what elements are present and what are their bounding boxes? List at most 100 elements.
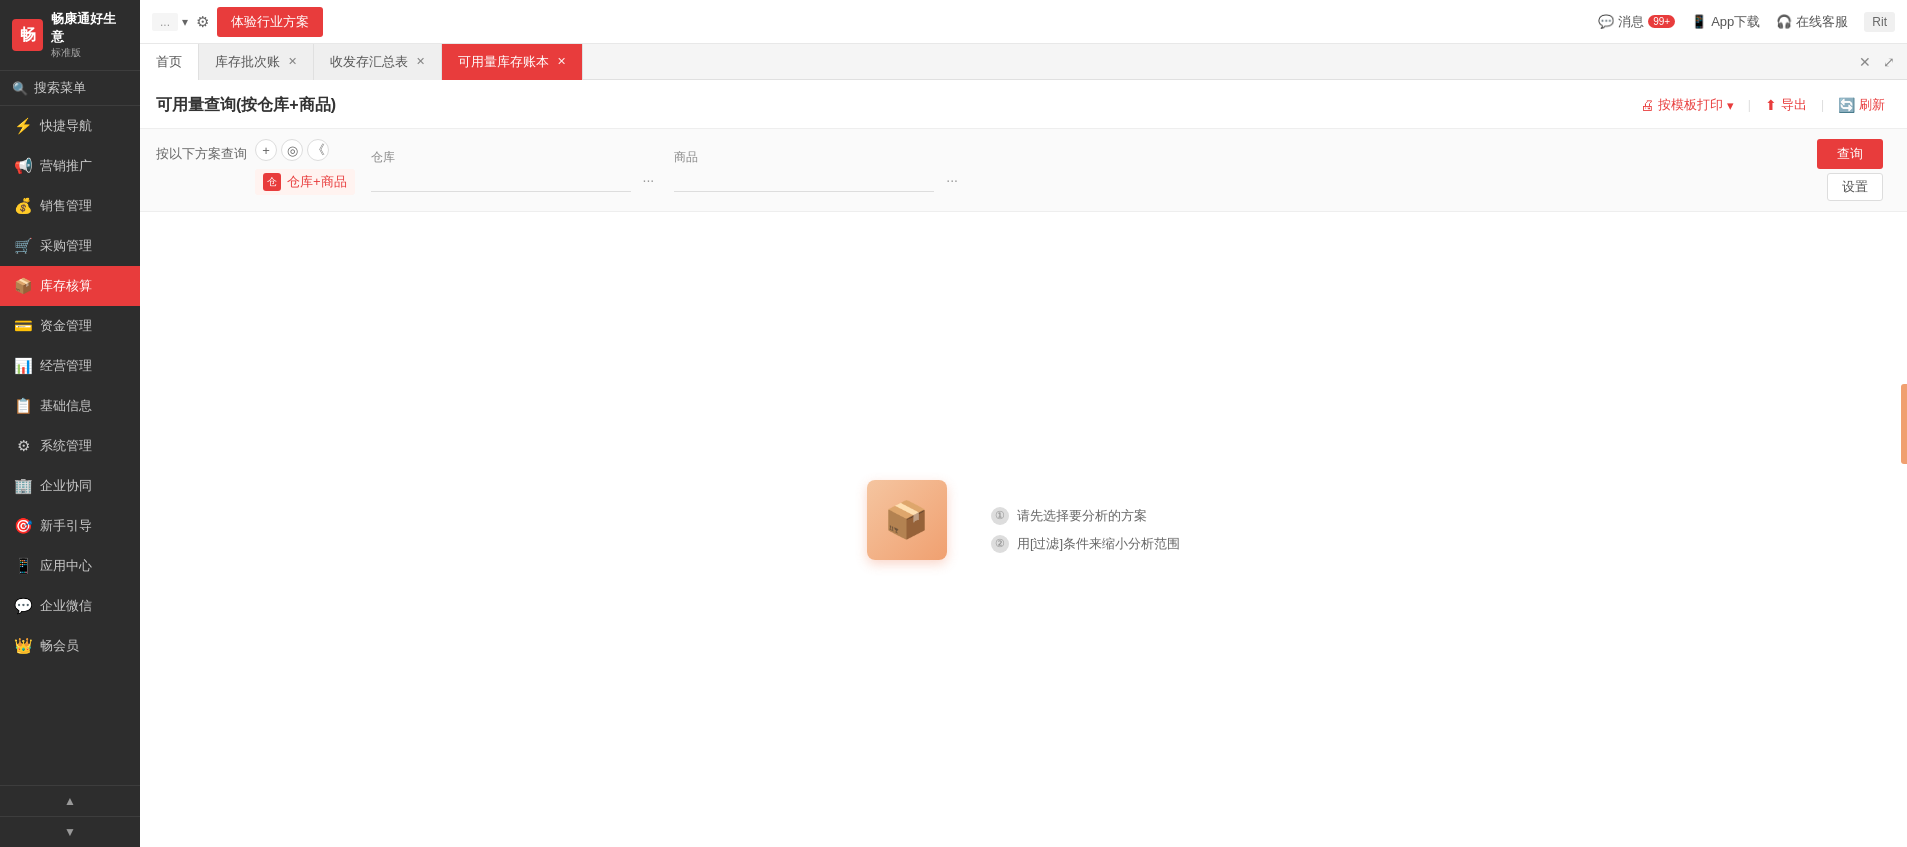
tip-item-2: ② 用[过滤]条件来缩小分析范围 xyxy=(991,535,1180,553)
refresh-btn[interactable]: 🔄 刷新 xyxy=(1832,92,1891,118)
scheme-settings-btn[interactable]: ◎ xyxy=(281,139,303,161)
filter-scheme-actions: + ◎ 《 xyxy=(255,139,355,161)
notification-item[interactable]: 💬 消息 99+ xyxy=(1598,13,1675,31)
sidebar-item-basic-info[interactable]: 📋 基础信息 xyxy=(0,386,140,426)
tip-text-2: 用[过滤]条件来缩小分析范围 xyxy=(1017,535,1180,553)
nav-label-enterprise-wechat: 企业微信 xyxy=(40,597,92,615)
tip-item-1: ① 请先选择要分析的方案 xyxy=(991,507,1180,525)
nav-icon-app-center: 📱 xyxy=(14,557,32,575)
search-icon: 🔍 xyxy=(12,81,28,96)
sidebar-logo: 畅 畅康通好生意 标准版 xyxy=(0,0,140,71)
sidebar-scroll-up[interactable]: ▲ xyxy=(0,790,140,812)
nav-label-onboarding: 新手引导 xyxy=(40,517,92,535)
refresh-icon: 🔄 xyxy=(1838,97,1855,113)
sidebar-item-sales[interactable]: 💰 销售管理 xyxy=(0,186,140,226)
header-gear-btn[interactable]: ⚙ xyxy=(192,9,213,35)
nav-label-membership: 畅会员 xyxy=(40,637,79,655)
sidebar-item-membership[interactable]: 👑 畅会员 xyxy=(0,626,140,666)
nav-icon-onboarding: 🎯 xyxy=(14,517,32,535)
main-area: ... ▾ ⚙ 体验行业方案 💬 消息 99+ 📱 App下载 🎧 在线客服 R… xyxy=(140,0,1907,847)
nav-icon-purchase: 🛒 xyxy=(14,237,32,255)
filter-inputs: 仓库 ··· 商品 ··· xyxy=(355,139,1809,201)
online-service-item[interactable]: 🎧 在线客服 xyxy=(1776,13,1848,31)
warehouse-input[interactable] xyxy=(371,168,631,192)
trial-btn[interactable]: 体验行业方案 xyxy=(217,7,323,37)
warehouse-input-row: ··· xyxy=(371,168,659,192)
app-download-item[interactable]: 📱 App下载 xyxy=(1691,13,1760,31)
nav-icon-membership: 👑 xyxy=(14,637,32,655)
page-title-bar: 可用量查询(按仓库+商品) 🖨 按模板打印 ▾ | ⬆ 导出 | 🔄 刷新 xyxy=(140,80,1907,129)
sidebar-nav: ⚡ 快捷导航 📢 营销推广 💰 销售管理 🛒 采购管理 📦 库存核算 💳 资金管… xyxy=(0,106,140,785)
sidebar-item-operations[interactable]: 📊 经营管理 xyxy=(0,346,140,386)
nav-icon-operations: 📊 xyxy=(14,357,32,375)
sidebar-search[interactable]: 🔍 搜索菜单 xyxy=(0,71,140,106)
filter-settings-btn[interactable]: 设置 xyxy=(1827,173,1883,201)
breadcrumb-text: ... xyxy=(152,13,178,31)
nav-icon-system: ⚙ xyxy=(14,437,32,455)
nav-label-finance: 资金管理 xyxy=(40,317,92,335)
header-right: 💬 消息 99+ 📱 App下载 🎧 在线客服 Rit xyxy=(1598,12,1895,32)
user-avatar[interactable]: Rit xyxy=(1864,12,1895,32)
scheme-collapse-btn[interactable]: 《 xyxy=(307,139,329,161)
sidebar-item-app-center[interactable]: 📱 应用中心 xyxy=(0,546,140,586)
notification-icon: 💬 xyxy=(1598,14,1614,29)
sidebar-item-marketing[interactable]: 📢 营销推广 xyxy=(0,146,140,186)
sidebar-item-onboarding[interactable]: 🎯 新手引导 xyxy=(0,506,140,546)
filter-section: 按以下方案查询 + ◎ 《 仓 仓库+商品 仓库 xyxy=(140,129,1907,212)
sidebar-item-system[interactable]: ⚙ 系统管理 xyxy=(0,426,140,466)
page-title-actions: 🖨 按模板打印 ▾ | ⬆ 导出 | 🔄 刷新 xyxy=(1634,92,1891,118)
query-btn[interactable]: 查询 xyxy=(1817,139,1883,169)
right-scrollbar-indicator xyxy=(1901,384,1907,464)
nav-label-operations: 经营管理 xyxy=(40,357,92,375)
tab-receive-summary[interactable]: 收发存汇总表 ✕ xyxy=(314,44,442,80)
sidebar: 畅 畅康通好生意 标准版 🔍 搜索菜单 ⚡ 快捷导航 📢 营销推广 💰 销售管理… xyxy=(0,0,140,847)
tab-close-receive-summary[interactable]: ✕ xyxy=(416,55,425,68)
nav-label-quick-nav: 快捷导航 xyxy=(40,117,92,135)
nav-label-marketing: 营销推广 xyxy=(40,157,92,175)
nav-icon-marketing: 📢 xyxy=(14,157,32,175)
print-btn[interactable]: 🖨 按模板打印 ▾ xyxy=(1634,92,1740,118)
scheme-item-icon: 仓 xyxy=(263,173,281,191)
app-logo-text: 畅康通好生意 标准版 xyxy=(51,10,128,60)
sidebar-item-enterprise-wechat[interactable]: 💬 企业微信 xyxy=(0,586,140,626)
top-header: ... ▾ ⚙ 体验行业方案 💬 消息 99+ 📱 App下载 🎧 在线客服 R… xyxy=(140,0,1907,44)
notification-badge: 99+ xyxy=(1648,15,1675,28)
empty-state-content: ① 请先选择要分析的方案 ② 用[过滤]条件来缩小分析范围 xyxy=(867,480,1180,580)
tab-close-batch-ledger[interactable]: ✕ xyxy=(288,55,297,68)
tip-number-2: ② xyxy=(991,535,1009,553)
product-input[interactable] xyxy=(674,168,934,192)
nav-icon-enterprise: 🏢 xyxy=(14,477,32,495)
sidebar-scroll-down[interactable]: ▼ xyxy=(0,821,140,843)
page-title: 可用量查询(按仓库+商品) xyxy=(156,95,336,116)
export-icon: ⬆ xyxy=(1765,97,1777,113)
tab-batch-ledger[interactable]: 库存批次账 ✕ xyxy=(199,44,314,80)
breadcrumb-dropdown-btn[interactable]: ▾ xyxy=(182,15,188,29)
sidebar-item-inventory[interactable]: 📦 库存核算 xyxy=(0,266,140,306)
tab-close-available-ledger[interactable]: ✕ xyxy=(557,55,566,68)
product-filter-field: 商品 ··· xyxy=(674,149,962,192)
app-logo-icon: 畅 xyxy=(12,19,43,51)
warehouse-more-btn[interactable]: ··· xyxy=(639,170,659,190)
empty-state-illustration xyxy=(867,480,967,580)
sidebar-item-quick-nav[interactable]: ⚡ 快捷导航 xyxy=(0,106,140,146)
sidebar-item-enterprise[interactable]: 🏢 企业协同 xyxy=(0,466,140,506)
scheme-add-btn[interactable]: + xyxy=(255,139,277,161)
nav-icon-enterprise-wechat: 💬 xyxy=(14,597,32,615)
export-btn[interactable]: ⬆ 导出 xyxy=(1759,92,1813,118)
product-more-btn[interactable]: ··· xyxy=(942,170,962,190)
sidebar-item-finance[interactable]: 💳 资金管理 xyxy=(0,306,140,346)
print-dropdown-icon: ▾ xyxy=(1727,98,1734,113)
scheme-item-warehouse-product[interactable]: 仓 仓库+商品 xyxy=(255,169,355,195)
empty-state: ① 请先选择要分析的方案 ② 用[过滤]条件来缩小分析范围 xyxy=(140,212,1907,847)
nav-label-system: 系统管理 xyxy=(40,437,92,455)
tab-available-ledger[interactable]: 可用量库存账本 ✕ xyxy=(442,44,583,80)
breadcrumb-area: ... ▾ ⚙ 体验行业方案 xyxy=(152,7,1590,37)
tab-close-all-btn[interactable]: ✕ xyxy=(1855,50,1875,74)
nav-label-sales: 销售管理 xyxy=(40,197,92,215)
tab-home[interactable]: 首页 xyxy=(140,44,199,80)
product-field-label: 商品 xyxy=(674,149,962,166)
tabs-right-actions: ✕ ⤢ xyxy=(1847,50,1907,74)
sidebar-item-purchase[interactable]: 🛒 采购管理 xyxy=(0,226,140,266)
tab-maximize-btn[interactable]: ⤢ xyxy=(1879,50,1899,74)
print-icon: 🖨 xyxy=(1640,97,1654,113)
